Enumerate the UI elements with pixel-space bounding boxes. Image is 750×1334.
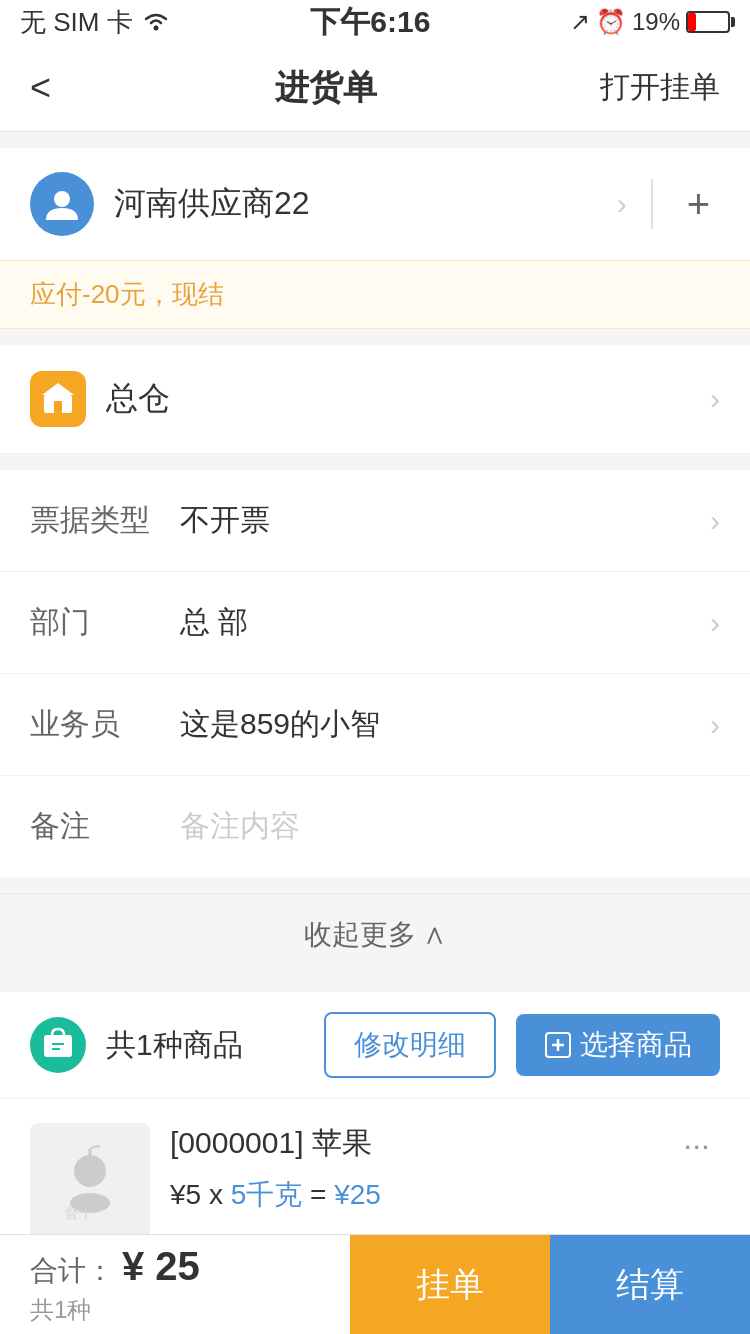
carrier-label: 无 SIM 卡 xyxy=(20,5,133,40)
product-icon xyxy=(30,1017,86,1073)
hang-order-button[interactable]: 挂单 xyxy=(350,1235,550,1334)
product-unit-price: ¥5 xyxy=(170,1179,201,1210)
product-qty: 5千克 xyxy=(231,1179,303,1210)
product-title: 苹果 xyxy=(312,1126,372,1159)
svg-point-0 xyxy=(153,25,158,30)
sales-value: 这是859的小智 xyxy=(160,704,710,745)
footer-total-row: 合计： ¥ 25 xyxy=(30,1244,320,1290)
warehouse-section: 总仓 › xyxy=(0,345,750,454)
remark-row[interactable]: 备注 备注内容 xyxy=(0,776,750,877)
sales-chevron-icon: › xyxy=(710,708,720,742)
dept-value: 总 部 xyxy=(160,602,710,643)
invoice-row[interactable]: 票据类型 不开票 › xyxy=(0,470,750,572)
invoice-value: 不开票 xyxy=(160,500,710,541)
back-button[interactable]: < xyxy=(30,67,51,109)
status-time: 下午6:16 xyxy=(310,2,430,43)
supplier-notice: 应付-20元，现结 xyxy=(0,260,750,329)
form-section: 票据类型 不开票 › 部门 总 部 › 业务员 这是859的小智 › 备注 备注… xyxy=(0,470,750,877)
svg-text:督十: 督十 xyxy=(65,1205,93,1221)
product-multiply: x xyxy=(209,1179,231,1210)
footer: 合计： ¥ 25 共1种 挂单 结算 xyxy=(0,1234,750,1334)
settle-button[interactable]: 结算 xyxy=(550,1235,750,1334)
product-total: ¥25 xyxy=(334,1179,381,1210)
dept-chevron-icon: › xyxy=(710,606,720,640)
supplier-divider xyxy=(651,179,653,229)
supplier-name: 河南供应商22 xyxy=(114,182,617,226)
dept-row[interactable]: 部门 总 部 › xyxy=(0,572,750,674)
supplier-section: 河南供应商22 › + 应付-20元，现结 xyxy=(0,148,750,329)
status-left: 无 SIM 卡 xyxy=(20,5,171,40)
page-title: 进货单 xyxy=(275,65,377,111)
dept-label: 部门 xyxy=(30,602,160,643)
alarm-icon: ⏰ xyxy=(596,8,626,36)
add-supplier-button[interactable]: + xyxy=(677,182,720,227)
product-info: [0000001] 苹果 ¥5 x 5千克 = ¥25 xyxy=(170,1123,653,1214)
product-code: [0000001] xyxy=(170,1126,303,1159)
sales-row[interactable]: 业务员 这是859的小智 › xyxy=(0,674,750,776)
supplier-row[interactable]: 河南供应商22 › + xyxy=(0,148,750,260)
footer-total: 合计： ¥ 25 共1种 xyxy=(0,1235,350,1334)
nav-bar: < 进货单 打开挂单 xyxy=(0,44,750,132)
status-bar: 无 SIM 卡 下午6:16 ↗ ⏰ 19% xyxy=(0,0,750,44)
select-product-label: 选择商品 xyxy=(580,1026,692,1064)
footer-total-amount: ¥ 25 xyxy=(122,1244,200,1289)
supplier-avatar xyxy=(30,172,94,236)
footer-count: 共1种 xyxy=(30,1294,320,1326)
battery-percent: 19% xyxy=(632,8,680,36)
svg-point-1 xyxy=(54,191,70,207)
battery-icon xyxy=(686,11,730,33)
product-header: 共1种商品 修改明细 选择商品 xyxy=(0,992,750,1099)
invoice-label: 票据类型 xyxy=(30,500,160,541)
supplier-chevron-icon: › xyxy=(617,187,627,221)
location-icon: ↗ xyxy=(570,8,590,36)
status-right: ↗ ⏰ 19% xyxy=(570,8,730,36)
products-section: 共1种商品 修改明细 选择商品 督十 [0000001] 苹果 xyxy=(0,992,750,1267)
open-hang-button[interactable]: 打开挂单 xyxy=(600,67,720,108)
edit-detail-button[interactable]: 修改明细 xyxy=(324,1012,496,1078)
warehouse-chevron-icon: › xyxy=(710,382,720,416)
product-count: 共1种商品 xyxy=(106,1025,304,1066)
warehouse-row[interactable]: 总仓 › xyxy=(0,345,750,454)
collapse-bar[interactable]: 收起更多 ∧ xyxy=(0,893,750,976)
product-thumbnail: 督十 xyxy=(30,1123,150,1243)
select-product-button[interactable]: 选择商品 xyxy=(516,1014,720,1076)
product-equals: = xyxy=(310,1179,334,1210)
remark-label: 备注 xyxy=(30,806,160,847)
product-price-row: ¥5 x 5千克 = ¥25 xyxy=(170,1176,653,1214)
warehouse-name: 总仓 xyxy=(106,377,710,421)
remark-input[interactable]: 备注内容 xyxy=(160,806,720,847)
sales-label: 业务员 xyxy=(30,704,160,745)
svg-marker-3 xyxy=(42,383,74,395)
product-name: [0000001] 苹果 xyxy=(170,1123,653,1164)
svg-point-11 xyxy=(74,1155,106,1187)
footer-total-label: 合计： xyxy=(30,1252,114,1290)
wifi-icon xyxy=(141,7,171,38)
svg-rect-4 xyxy=(54,401,62,413)
product-more-button[interactable]: ··· xyxy=(673,1123,720,1168)
invoice-chevron-icon: › xyxy=(710,504,720,538)
svg-rect-5 xyxy=(44,1035,72,1057)
warehouse-icon xyxy=(30,371,86,427)
